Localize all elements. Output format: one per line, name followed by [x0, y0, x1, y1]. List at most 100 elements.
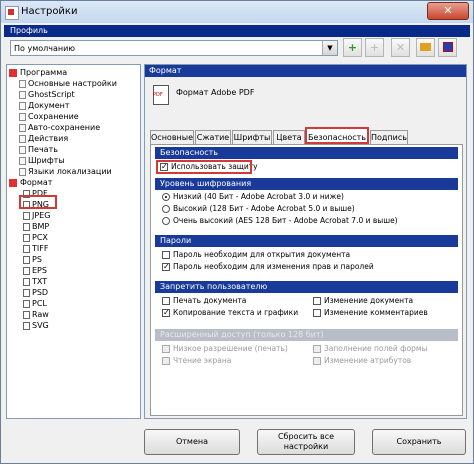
- tab-fonts[interactable]: Шрифты: [232, 130, 272, 144]
- encryption-very-high-label: Очень высокий (AES 128 Бит - Adobe Acrob…: [173, 216, 398, 225]
- add-profile-button[interactable]: +: [343, 38, 362, 57]
- format-panel-header: Формат: [145, 65, 466, 77]
- tab-security[interactable]: Безопасность: [305, 127, 369, 144]
- tree-item-languages[interactable]: Языки локализации: [19, 167, 112, 177]
- tree-item-ghostscript[interactable]: GhostScript: [19, 90, 75, 100]
- deny-comments-label: Изменение комментариев: [324, 308, 428, 317]
- delete-profile-button[interactable]: ✕: [391, 38, 410, 57]
- save-button[interactable]: Сохранить: [372, 429, 466, 455]
- tree-item-autosave[interactable]: Авто-сохранение: [19, 123, 100, 133]
- screen-reading-checkbox[interactable]: [162, 357, 170, 365]
- settings-page-icon: [19, 79, 26, 88]
- ps-file-icon: [23, 255, 30, 264]
- format-title: Формат Adobe PDF: [176, 88, 255, 97]
- tree-item-document[interactable]: Документ: [19, 101, 70, 111]
- tab-signature[interactable]: Подпись: [370, 130, 408, 144]
- eps-file-icon: [23, 266, 30, 275]
- profile-label: Профиль: [4, 25, 470, 37]
- font-icon: [19, 156, 26, 165]
- pcl-file-icon: [23, 299, 30, 308]
- autosave-icon: [19, 123, 26, 132]
- tree-format-txt[interactable]: TXT: [23, 277, 47, 287]
- deny-header: Запретить пользователю: [155, 281, 458, 293]
- document-icon: [19, 101, 26, 110]
- tree-format[interactable]: Формат: [9, 178, 52, 188]
- tree-format-svg[interactable]: SVG: [23, 321, 49, 331]
- settings-tree[interactable]: Программа Основные настройки GhostScript…: [6, 64, 141, 419]
- tab-colors[interactable]: Цвета: [273, 130, 305, 144]
- format-panel: Формат Формат Adobe PDF Основные Сжатие …: [144, 64, 467, 419]
- pdf-highlight: [19, 195, 57, 209]
- extended-header: Расширенный доступ (только 128 бит): [155, 329, 458, 341]
- deny-copy-label: Копирование текста и графики: [173, 308, 299, 317]
- svg-file-icon: [23, 321, 30, 330]
- cancel-button[interactable]: Отмена: [144, 429, 240, 455]
- profile-selected-value: По умолчанию: [14, 44, 76, 53]
- encryption-very-high-radio[interactable]: [162, 217, 170, 225]
- plus-disabled-icon: +: [369, 41, 380, 54]
- title-bar: Настройки ✕: [1, 1, 473, 23]
- encryption-high-radio[interactable]: [162, 205, 170, 213]
- settings-window: Настройки ✕ Профиль По умолчанию ▼ + + ✕…: [0, 0, 474, 464]
- tree-item-fonts[interactable]: Шрифты: [19, 156, 65, 166]
- chevron-down-icon[interactable]: ▼: [322, 41, 337, 55]
- actions-icon: [19, 134, 26, 143]
- change-attributes-checkbox[interactable]: [313, 357, 321, 365]
- tree-format-tiff[interactable]: TIFF: [23, 244, 48, 254]
- save-profile-button[interactable]: [438, 38, 457, 57]
- tree-format-pcx[interactable]: PCX: [23, 233, 48, 243]
- encryption-low-label: Низкий (40 Бит - Adobe Acrobat 3.0 и ниж…: [173, 192, 344, 201]
- open-profile-button[interactable]: [416, 38, 435, 57]
- ghostscript-icon: [19, 90, 26, 99]
- deny-comments-checkbox[interactable]: [313, 309, 321, 317]
- window-title: Настройки: [21, 6, 78, 17]
- tree-item-saving[interactable]: Сохранение: [19, 112, 79, 122]
- printer-icon: [19, 145, 26, 154]
- folder-icon: [420, 43, 431, 51]
- bmp-file-icon: [23, 222, 30, 231]
- reset-settings-button[interactable]: Сбросить все настройки: [257, 429, 355, 455]
- screen-reading-label: Чтение экрана: [173, 356, 232, 365]
- open-password-checkbox[interactable]: [162, 251, 170, 259]
- psd-file-icon: [23, 288, 30, 297]
- plus-icon: +: [347, 41, 358, 54]
- raw-file-icon: [23, 310, 30, 319]
- deny-modify-checkbox[interactable]: [313, 297, 321, 305]
- tab-compression[interactable]: Сжатие: [195, 130, 231, 144]
- tree-program[interactable]: Программа: [9, 68, 67, 78]
- tree-format-eps[interactable]: EPS: [23, 266, 47, 276]
- tree-format-raw[interactable]: Raw: [23, 310, 49, 320]
- deny-print-checkbox[interactable]: [162, 297, 170, 305]
- tree-format-bmp[interactable]: BMP: [23, 222, 49, 232]
- tree-item-print[interactable]: Печать: [19, 145, 58, 155]
- close-button[interactable]: ✕: [427, 2, 469, 20]
- open-password-label: Пароль необходим для открытия документа: [173, 250, 351, 259]
- tree-format-psd[interactable]: PSD: [23, 288, 48, 298]
- language-icon: [19, 167, 26, 176]
- permissions-password-label: Пароль необходим для изменения прав и па…: [173, 262, 374, 271]
- tiff-file-icon: [23, 244, 30, 253]
- low-res-print-label: Низкое разрешение (печать): [173, 344, 288, 353]
- tree-format-jpeg[interactable]: JPEG: [23, 211, 50, 221]
- add-sub-profile-button[interactable]: +: [365, 38, 384, 57]
- encryption-header: Уровень шифрования: [155, 178, 458, 190]
- low-res-print-checkbox[interactable]: [162, 345, 170, 353]
- tree-format-pcl[interactable]: PCL: [23, 299, 47, 309]
- floppy-icon: [442, 42, 453, 52]
- change-attributes-label: Изменение атрибутов: [324, 356, 412, 365]
- delete-icon: ✕: [395, 41, 406, 54]
- permissions-password-checkbox[interactable]: [162, 262, 170, 271]
- security-tab-body: Безопасность Использовать защиту Уровень…: [150, 144, 463, 416]
- adobe-pdf-icon: [153, 85, 169, 105]
- tree-item-main-settings[interactable]: Основные настройки: [19, 79, 117, 89]
- security-header: Безопасность: [155, 147, 458, 159]
- deny-copy-checkbox[interactable]: [162, 308, 170, 317]
- tree-format-ps[interactable]: PS: [23, 255, 42, 265]
- tab-basic[interactable]: Основные: [150, 130, 194, 144]
- fill-forms-checkbox[interactable]: [313, 345, 321, 353]
- deny-print-label: Печать документа: [173, 296, 247, 305]
- encryption-low-radio[interactable]: [162, 193, 170, 201]
- profile-dropdown[interactable]: По умолчанию ▼: [10, 40, 338, 56]
- program-folder-icon: [9, 68, 17, 77]
- tree-item-actions[interactable]: Действия: [19, 134, 68, 144]
